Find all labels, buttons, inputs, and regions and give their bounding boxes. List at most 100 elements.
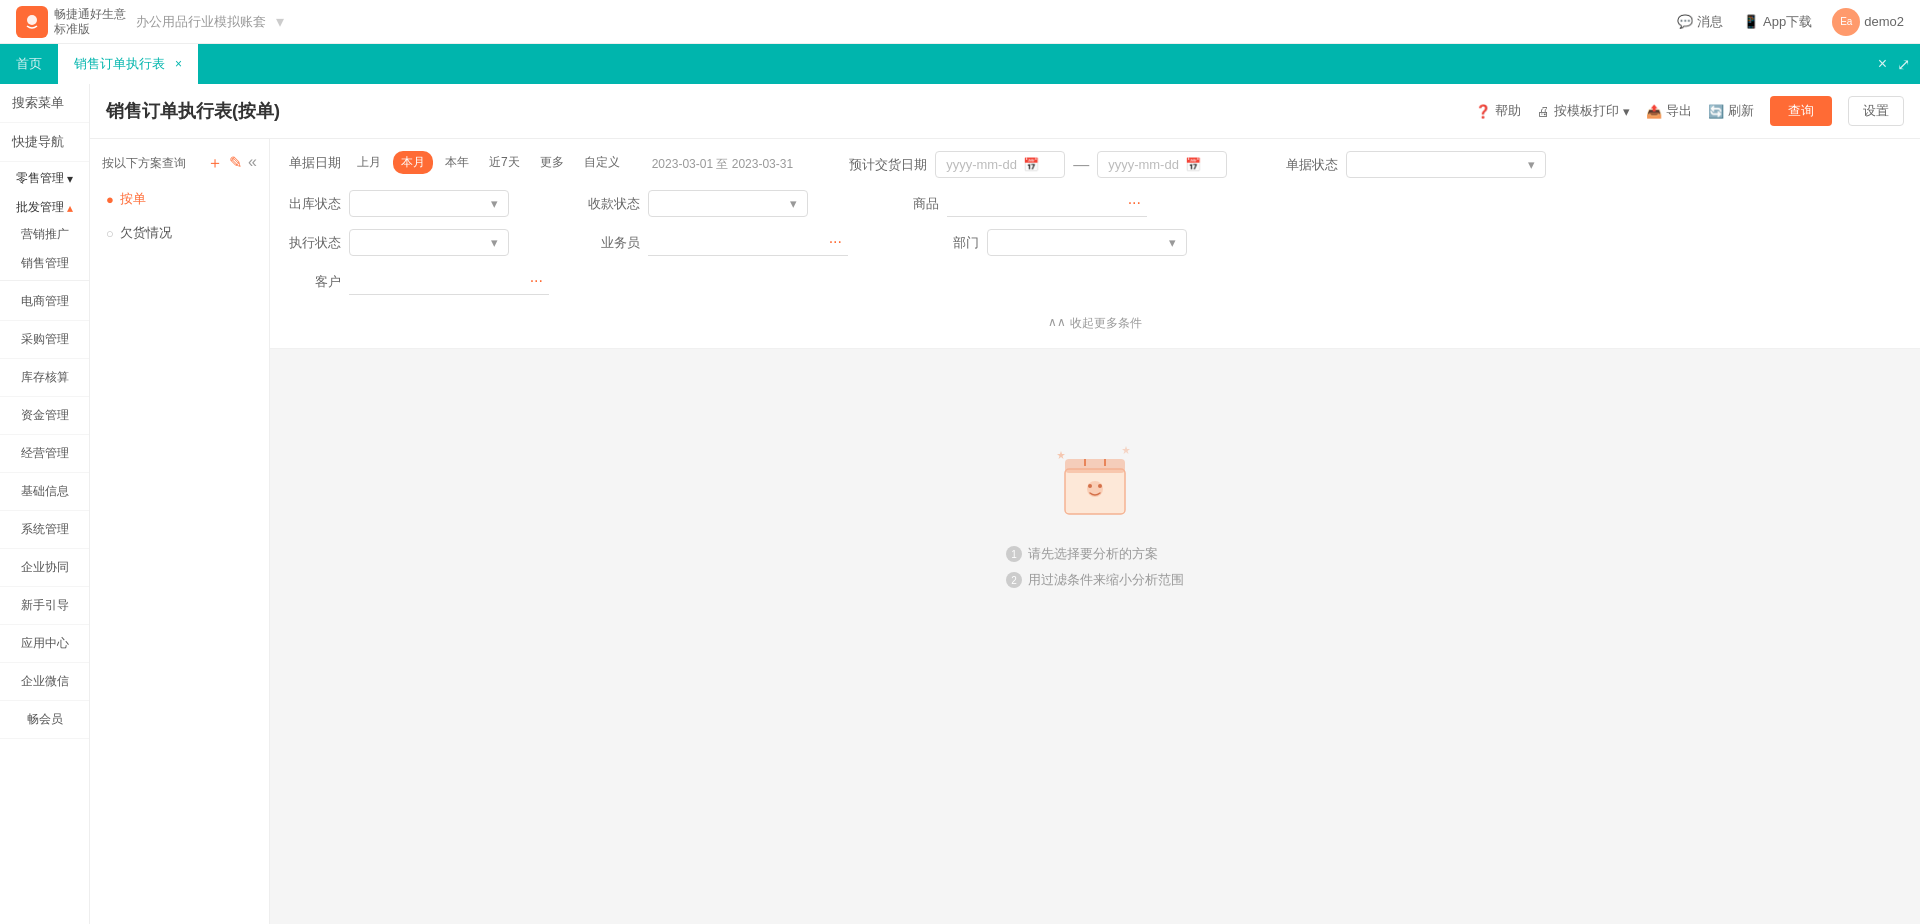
sidebar-item-search[interactable]: 搜索菜单: [0, 84, 89, 123]
filter-row-1: 单据日期 上月 本月 本年 近7天 更多 自定义 2023-03-01: [286, 151, 1904, 178]
download-icon: 📱: [1743, 14, 1759, 29]
close-window-icon[interactable]: ×: [1878, 55, 1887, 73]
goods-input[interactable]: ···: [947, 190, 1147, 217]
collapse-panel-btn[interactable]: «: [248, 153, 257, 174]
logo-text: 畅捷通好生意 标准版: [54, 7, 126, 36]
refresh-btn[interactable]: 🔄 刷新: [1708, 102, 1754, 120]
svg-point-4: [1088, 484, 1092, 488]
download-btn[interactable]: 📱 App下载: [1743, 13, 1812, 31]
tab-close-icon[interactable]: ×: [175, 57, 182, 71]
tip-num-1: 1: [1006, 546, 1022, 562]
export-btn[interactable]: 📤 导出: [1646, 102, 1692, 120]
settings-btn[interactable]: 设置: [1848, 96, 1904, 126]
sidebar-item-wechat[interactable]: 企业微信: [0, 663, 89, 701]
logo-icon: [16, 6, 48, 38]
print-dropdown-icon: ▾: [1623, 104, 1630, 119]
sidebar-item-purchase[interactable]: 采购管理: [0, 321, 89, 359]
help-btn[interactable]: ❓ 帮助: [1475, 102, 1521, 120]
svg-point-5: [1098, 484, 1102, 488]
customer-input[interactable]: ···: [349, 268, 549, 295]
sidebar-item-finance[interactable]: 资金管理: [0, 397, 89, 435]
sidebar-item-operations[interactable]: 经营管理: [0, 435, 89, 473]
period-last-month[interactable]: 上月: [349, 151, 389, 174]
print-icon: 🖨: [1537, 104, 1550, 119]
status-select[interactable]: ▾: [1346, 151, 1546, 178]
search-btn[interactable]: 查询: [1770, 96, 1832, 126]
collapse-row[interactable]: ∧∧ 收起更多条件: [286, 307, 1904, 336]
department-label: 部门: [924, 234, 979, 252]
salesperson-input[interactable]: ···: [648, 229, 848, 256]
sidebar-item-enterprise[interactable]: 企业协同: [0, 549, 89, 587]
sidebar-item-member[interactable]: 畅会员: [0, 701, 89, 739]
tab-bar: 首页 销售订单执行表 × × ⤢: [0, 44, 1920, 84]
period-custom[interactable]: 自定义: [576, 151, 628, 174]
sidebar-item-ecommerce[interactable]: 电商管理: [0, 283, 89, 321]
sidebar: 搜索菜单 快捷导航 零售管理 ▾ 批发管理 ▴ 营销推广 销售管理 电商管理 采…: [0, 84, 90, 924]
goods-filter: 商品 ···: [884, 190, 1147, 217]
svg-rect-2: [1065, 459, 1125, 473]
delivery-start-placeholder: yyyy-mm-dd: [946, 157, 1017, 172]
dropdown-icon[interactable]: ▾: [276, 12, 284, 31]
inner-layout: 按以下方案查询 ＋ ✎ « ● 按单 ○ 欠货情况: [90, 139, 1920, 924]
user-area[interactable]: Ea demo2: [1832, 8, 1904, 36]
tab-home[interactable]: 首页: [0, 44, 58, 84]
sidebar-section-wholesale[interactable]: 批发管理 ▴: [0, 191, 89, 220]
delivery-end-input[interactable]: yyyy-mm-dd 📅: [1097, 151, 1227, 178]
period-this-month[interactable]: 本月: [393, 151, 433, 174]
out-status-chevron-icon: ▾: [491, 196, 498, 211]
customer-more-icon[interactable]: ···: [530, 272, 543, 290]
avatar: Ea: [1832, 8, 1860, 36]
goods-more-icon[interactable]: ···: [1128, 194, 1141, 212]
sidebar-item-inventory[interactable]: 库存核算: [0, 359, 89, 397]
page-title: 销售订单执行表(按单): [106, 99, 280, 123]
salesperson-more-icon[interactable]: ···: [829, 233, 842, 251]
main-layout: 搜索菜单 快捷导航 零售管理 ▾ 批发管理 ▴ 营销推广 销售管理 电商管理 采…: [0, 84, 1920, 924]
calendar-icon-1[interactable]: 📅: [1023, 157, 1039, 172]
delivery-start-input[interactable]: yyyy-mm-dd 📅: [935, 151, 1065, 178]
sidebar-item-shortcut[interactable]: 快捷导航: [0, 123, 89, 162]
sidebar-item-newbie[interactable]: 新手引导: [0, 587, 89, 625]
date-range-text: 2023-03-01 至 2023-03-31: [652, 156, 793, 173]
out-status-select[interactable]: ▾: [349, 190, 509, 217]
filter-section: 单据日期 上月 本月 本年 近7天 更多 自定义 2023-03-01: [270, 139, 1920, 349]
sidebar-item-appstore[interactable]: 应用中心: [0, 625, 89, 663]
collection-label: 收款状态: [585, 195, 640, 213]
delivery-label: 预计交货日期: [849, 156, 927, 174]
exec-status-label: 执行状态: [286, 234, 341, 252]
sidebar-section-retail[interactable]: 零售管理 ▾: [0, 162, 89, 191]
print-btn[interactable]: 🖨 按模板打印 ▾: [1537, 102, 1630, 120]
tab-sales-order[interactable]: 销售订单执行表 ×: [58, 44, 198, 84]
tip-num-2: 2: [1006, 572, 1022, 588]
scheme-item-shortage[interactable]: ○ 欠货情况: [90, 216, 269, 250]
period-more[interactable]: 更多: [532, 151, 572, 174]
sidebar-item-basic[interactable]: 基础信息: [0, 473, 89, 511]
svg-point-0: [27, 15, 37, 25]
exec-status-select[interactable]: ▾: [349, 229, 509, 256]
empty-state: 1 请先选择要分析的方案 2 用过滤条件来缩小分析范围: [270, 349, 1920, 669]
help-icon: ❓: [1475, 104, 1491, 119]
page-actions: ❓ 帮助 🖨 按模板打印 ▾ 📤 导出 🔄 刷新 查询: [1475, 96, 1904, 126]
period-tabs-group: 上月 本月 本年 近7天 更多 自定义: [349, 151, 628, 174]
collection-filter: 收款状态 ▾: [585, 190, 808, 217]
customer-label: 客户: [286, 273, 341, 291]
collection-select[interactable]: ▾: [648, 190, 808, 217]
edit-scheme-btn[interactable]: ✎: [229, 153, 242, 174]
sidebar-item-marketing[interactable]: 营销推广: [0, 220, 89, 249]
department-select[interactable]: ▾: [987, 229, 1187, 256]
sidebar-item-system[interactable]: 系统管理: [0, 511, 89, 549]
exec-chevron-icon: ▾: [491, 235, 498, 250]
period-7days[interactable]: 近7天: [481, 151, 528, 174]
scheme-item-order[interactable]: ● 按单: [90, 182, 269, 216]
scheme-inactive-icon: ○: [106, 226, 114, 241]
empty-tip-1: 1 请先选择要分析的方案: [1006, 545, 1184, 563]
empty-illustration: [1045, 429, 1145, 529]
calendar-icon-2[interactable]: 📅: [1185, 157, 1201, 172]
messages-btn[interactable]: 💬 消息: [1677, 13, 1723, 31]
app-title: 办公用品行业模拟账套: [136, 13, 266, 31]
sidebar-item-sales[interactable]: 销售管理: [0, 249, 89, 278]
refresh-icon: 🔄: [1708, 104, 1724, 119]
add-scheme-btn[interactable]: ＋: [207, 153, 223, 174]
exec-status-filter: 执行状态 ▾: [286, 229, 509, 256]
maximize-icon[interactable]: ⤢: [1897, 55, 1910, 74]
period-this-year[interactable]: 本年: [437, 151, 477, 174]
